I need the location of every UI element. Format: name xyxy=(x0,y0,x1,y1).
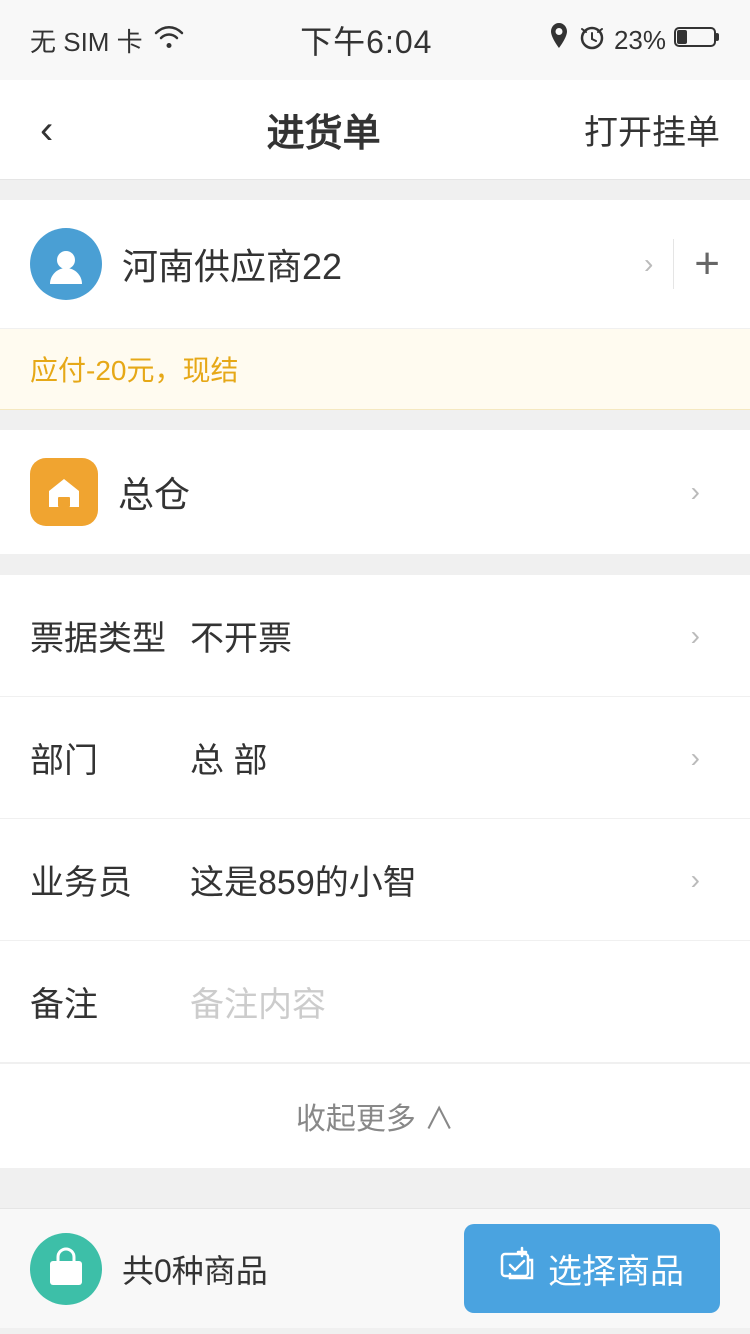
collapse-label: 收起更多 ∧ xyxy=(296,1094,454,1138)
status-time: 下午6:04 xyxy=(300,17,432,63)
department-chevron-icon: › xyxy=(691,742,700,774)
remark-value[interactable]: 备注内容 xyxy=(190,977,720,1026)
supplier-row: 河南供应商22 › + xyxy=(0,200,750,329)
select-product-label: 选择商品 xyxy=(548,1244,684,1293)
carrier-text: 无 SIM 卡 xyxy=(30,22,143,59)
salesperson-label: 业务员 xyxy=(30,855,190,904)
section-divider-1 xyxy=(0,180,750,200)
salesperson-value: 这是859的小智 xyxy=(190,855,691,904)
invoice-type-row[interactable]: 票据类型 不开票 › xyxy=(0,575,750,697)
invoice-type-value: 不开票 xyxy=(190,611,691,660)
battery-text: 23% xyxy=(614,25,666,56)
nav-title: 进货单 xyxy=(267,102,381,157)
warehouse-row[interactable]: 总仓 › xyxy=(0,430,750,555)
back-button[interactable]: ‹ xyxy=(30,100,63,160)
supplier-chevron-icon: › xyxy=(644,248,653,280)
nav-bar: ‹ 进货单 打开挂单 xyxy=(0,80,750,180)
status-right: 23% xyxy=(548,23,720,58)
supplier-avatar xyxy=(30,228,102,300)
invoice-type-chevron-icon: › xyxy=(691,620,700,652)
select-product-icon xyxy=(500,1246,536,1291)
wifi-icon xyxy=(153,25,185,56)
section-spacer-2 xyxy=(0,555,750,575)
product-icon xyxy=(30,1233,102,1305)
warehouse-icon xyxy=(30,458,98,526)
location-icon xyxy=(548,23,570,58)
status-left: 无 SIM 卡 xyxy=(30,22,185,59)
warehouse-name: 总仓 xyxy=(118,466,691,518)
add-supplier-button[interactable]: + xyxy=(694,242,720,286)
salesperson-row[interactable]: 业务员 这是859的小智 › xyxy=(0,819,750,941)
supplier-name[interactable]: 河南供应商22 xyxy=(122,238,644,290)
select-product-button[interactable]: 选择商品 xyxy=(464,1224,720,1313)
department-row[interactable]: 部门 总 部 › xyxy=(0,697,750,819)
bottom-bar: 共0种商品 选择商品 xyxy=(0,1208,750,1328)
status-bar: 无 SIM 卡 下午6:04 23% xyxy=(0,0,750,80)
battery-icon xyxy=(674,25,720,56)
product-count-text: 共0种商品 xyxy=(122,1246,464,1292)
remark-label: 备注 xyxy=(30,977,190,1026)
collapse-row[interactable]: 收起更多 ∧ xyxy=(0,1063,750,1168)
department-label: 部门 xyxy=(30,733,190,782)
salesperson-chevron-icon: › xyxy=(691,864,700,896)
invoice-type-label: 票据类型 xyxy=(30,611,190,660)
notice-text: 应付-20元，现结 xyxy=(30,355,238,386)
department-value: 总 部 xyxy=(190,733,691,782)
open-pending-button[interactable]: 打开挂单 xyxy=(584,105,720,154)
alarm-icon xyxy=(578,23,606,58)
supplier-divider xyxy=(673,239,674,289)
notice-banner: 应付-20元，现结 xyxy=(0,329,750,410)
warehouse-chevron-icon: › xyxy=(691,476,700,508)
section-spacer-1 xyxy=(0,410,750,430)
section-spacer-3 xyxy=(0,1168,750,1188)
remark-row[interactable]: 备注 备注内容 xyxy=(0,941,750,1063)
